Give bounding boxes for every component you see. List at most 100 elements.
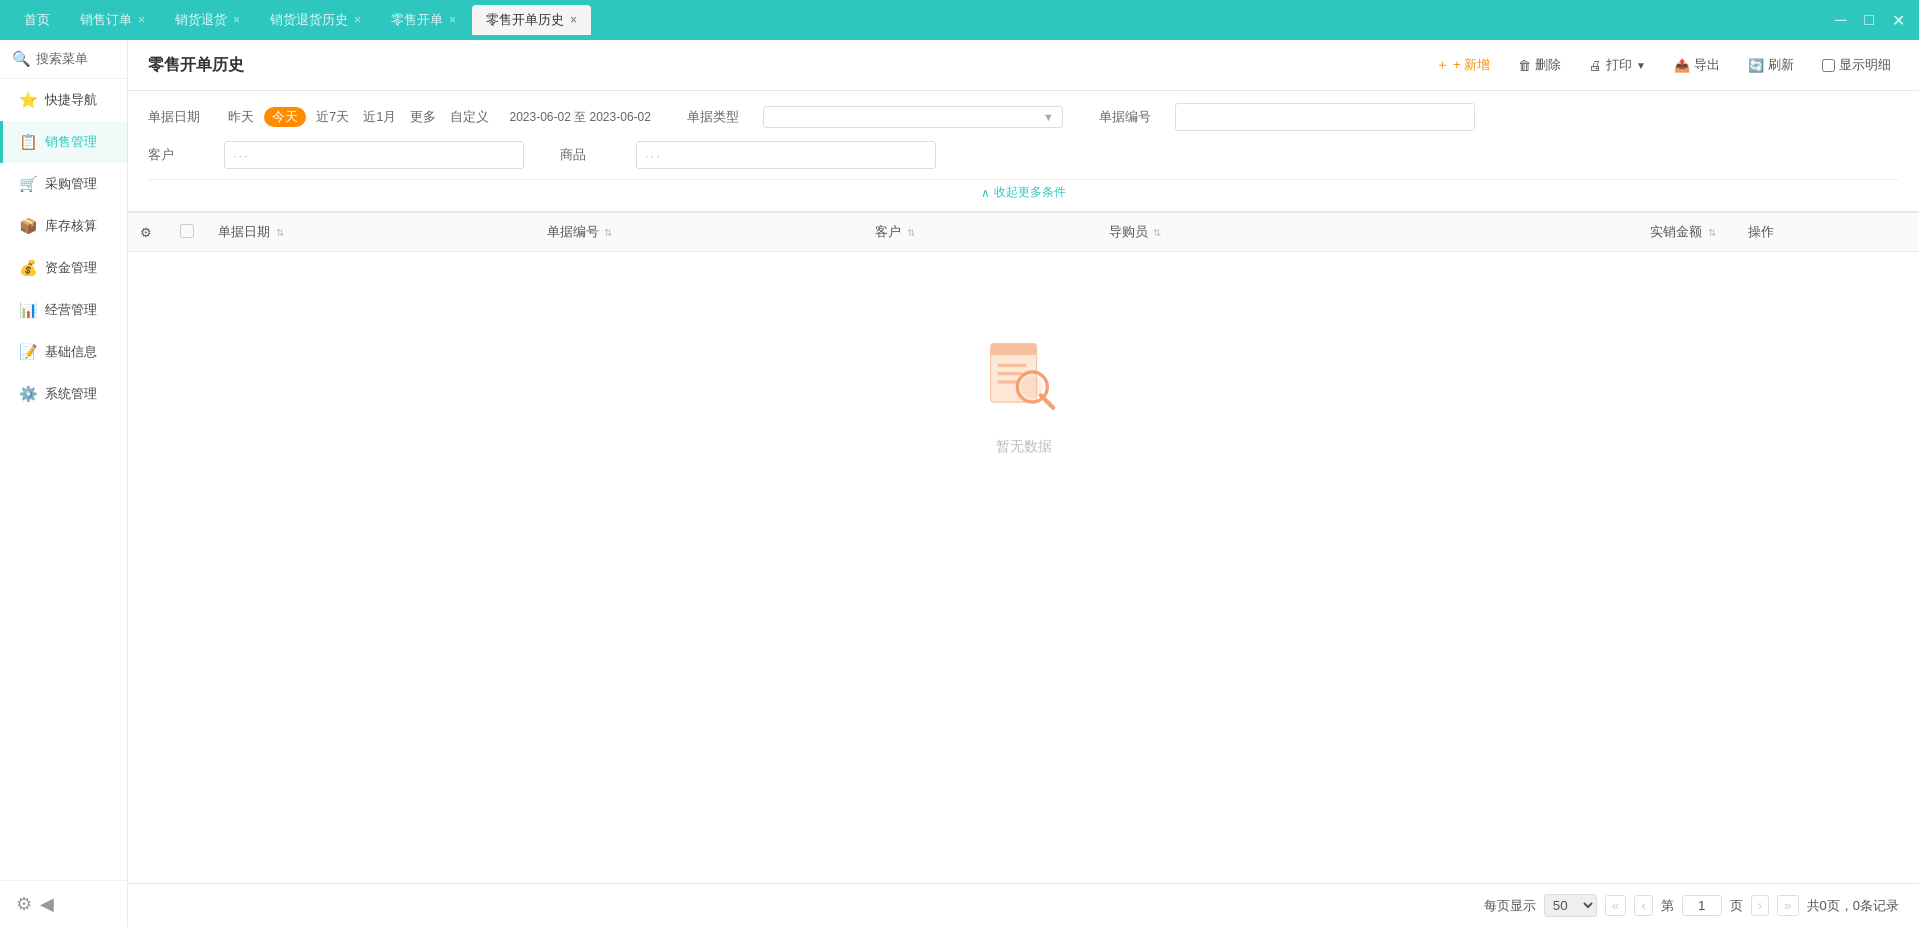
display-detail-checkbox[interactable] xyxy=(1822,59,1835,72)
th-customer-label: 客户 xyxy=(875,224,901,239)
sidebar-search[interactable]: 🔍 搜索菜单 xyxy=(0,40,127,79)
sidebar-item-sys-mgmt-label: 系统管理 xyxy=(45,385,97,403)
th-actions: 操作 xyxy=(1736,213,1919,252)
collapse-label: 收起更多条件 xyxy=(994,184,1066,201)
collapse-filter-button[interactable]: ∧ 收起更多条件 xyxy=(148,179,1899,205)
print-icon: 🖨 xyxy=(1589,58,1602,73)
tab-retail-history-label: 零售开单历史 xyxy=(486,11,564,29)
th-settings[interactable]: ⚙ xyxy=(128,213,168,252)
page-size-select[interactable]: 20 50 100 xyxy=(1544,894,1597,917)
th-amount[interactable]: 实销金额 ⇅ xyxy=(1378,213,1736,252)
page-number-input[interactable] xyxy=(1682,895,1722,916)
sidebar-item-inventory[interactable]: 📦 库存核算 xyxy=(0,205,127,247)
page-label: 第 xyxy=(1661,897,1674,915)
main-layout: 🔍 搜索菜单 ⭐ 快捷导航 📋 销售管理 🛒 采购管理 📦 库存核算 💰 资金管… xyxy=(0,40,1919,927)
display-detail-checkbox-label[interactable]: 显示明细 xyxy=(1814,52,1899,78)
date-btn-yesterday[interactable]: 昨天 xyxy=(224,107,258,127)
delete-icon: 🗑 xyxy=(1518,58,1531,73)
tab-sales-return[interactable]: 销货退货 × xyxy=(161,5,254,35)
sidebar-bottom: ⚙ ◀ xyxy=(0,880,127,927)
th-amount-label: 实销金额 xyxy=(1650,224,1702,239)
date-btn-today[interactable]: 今天 xyxy=(264,107,306,127)
next-page-button[interactable]: › xyxy=(1751,895,1769,916)
sidebar-item-operations[interactable]: 📊 经营管理 xyxy=(0,289,127,331)
sidebar-item-purchase-mgmt-label: 采购管理 xyxy=(45,175,97,193)
sidebar-item-finance[interactable]: 💰 资金管理 xyxy=(0,247,127,289)
refresh-icon: 🔄 xyxy=(1748,58,1764,73)
delete-button[interactable]: 🗑 删除 xyxy=(1510,52,1569,78)
export-label: 导出 xyxy=(1694,56,1720,74)
tab-sales-return-history-close[interactable]: × xyxy=(354,13,361,27)
doc-number-input[interactable] xyxy=(1175,103,1475,131)
svg-rect-1 xyxy=(990,344,1036,356)
sidebar-search-label: 搜索菜单 xyxy=(36,50,88,68)
svg-point-7 xyxy=(1021,376,1043,398)
tab-sales-order[interactable]: 销售订单 × xyxy=(66,5,159,35)
last-page-button[interactable]: » xyxy=(1777,895,1798,916)
th-number[interactable]: 单据编号 ⇅ xyxy=(535,213,864,252)
tab-sales-return-close[interactable]: × xyxy=(233,13,240,27)
operations-icon: 📊 xyxy=(19,301,37,319)
export-icon: 📤 xyxy=(1674,58,1690,73)
table-area: ⚙ 单据日期 ⇅ 单据编号 ⇅ 客户 xyxy=(128,212,1919,883)
sys-mgmt-icon: ⚙️ xyxy=(19,385,37,403)
tab-sales-return-history[interactable]: 销货退货历史 × xyxy=(256,5,375,35)
svg-rect-2 xyxy=(997,364,1026,367)
filter-area: 单据日期 昨天 今天 近7天 近1月 更多 自定义 2023-06-02 至 2… xyxy=(128,91,1919,212)
tab-retail-history-close[interactable]: × xyxy=(570,13,577,27)
sidebar-item-sales-mgmt[interactable]: 📋 销售管理 xyxy=(0,121,127,163)
doc-type-label: 单据类型 xyxy=(687,108,747,126)
doc-type-dropdown-icon: ▼ xyxy=(1043,111,1054,123)
tab-sales-order-close[interactable]: × xyxy=(138,13,145,27)
refresh-button[interactable]: 🔄 刷新 xyxy=(1740,52,1802,78)
sidebar-item-sys-mgmt[interactable]: ⚙️ 系统管理 xyxy=(0,373,127,415)
sidebar-item-sales-mgmt-label: 销售管理 xyxy=(45,133,97,151)
filter-row-2: 客户 ··· 商品 ··· xyxy=(148,141,1899,169)
first-page-button[interactable]: « xyxy=(1605,895,1626,916)
sidebar-item-base-info[interactable]: 📝 基础信息 xyxy=(0,331,127,373)
th-guide[interactable]: 导购员 ⇅ xyxy=(1097,213,1378,252)
tab-sales-order-label: 销售订单 xyxy=(80,11,132,29)
tab-retail-open[interactable]: 零售开单 × xyxy=(377,5,470,35)
tab-sales-return-label: 销货退货 xyxy=(175,11,227,29)
svg-rect-3 xyxy=(997,372,1022,375)
customer-input[interactable]: ··· xyxy=(224,141,524,169)
top-bar: 首页 销售订单 × 销货退货 × 销货退货历史 × 零售开单 × 零售开单历史 … xyxy=(0,0,1919,40)
add-icon: ＋ xyxy=(1436,56,1449,74)
export-button[interactable]: 📤 导出 xyxy=(1666,52,1728,78)
add-button[interactable]: ＋ + 新增 xyxy=(1428,52,1498,78)
product-input[interactable]: ··· xyxy=(636,141,936,169)
th-date[interactable]: 单据日期 ⇅ xyxy=(206,213,535,252)
tab-retail-open-label: 零售开单 xyxy=(391,11,443,29)
close-button[interactable]: ✕ xyxy=(1888,9,1909,32)
minimize-button[interactable]: ─ xyxy=(1831,9,1850,31)
settings-button[interactable]: ⚙ xyxy=(16,893,32,915)
tab-home[interactable]: 首页 xyxy=(10,5,64,35)
sidebar-item-purchase-mgmt[interactable]: 🛒 采购管理 xyxy=(0,163,127,205)
tab-retail-history[interactable]: 零售开单历史 × xyxy=(472,5,591,35)
tab-retail-open-close[interactable]: × xyxy=(449,13,456,27)
select-all-checkbox[interactable] xyxy=(180,224,194,238)
date-btn-last-month[interactable]: 近1月 xyxy=(359,107,400,127)
filter-row-1: 单据日期 昨天 今天 近7天 近1月 更多 自定义 2023-06-02 至 2… xyxy=(148,103,1899,131)
empty-state-illustration xyxy=(974,332,1074,422)
th-actions-label: 操作 xyxy=(1748,224,1774,239)
th-checkbox[interactable] xyxy=(168,213,206,252)
date-btn-more[interactable]: 更多 xyxy=(406,107,440,127)
date-filter-buttons: 昨天 今天 近7天 近1月 更多 自定义 xyxy=(224,107,493,127)
page-suffix: 页 xyxy=(1730,897,1743,915)
purchase-mgmt-icon: 🛒 xyxy=(19,175,37,193)
date-btn-custom[interactable]: 自定义 xyxy=(446,107,493,127)
prev-page-button[interactable]: ‹ xyxy=(1634,895,1652,916)
print-button[interactable]: 🖨 打印 ▼ xyxy=(1581,52,1654,78)
refresh-label: 刷新 xyxy=(1768,56,1794,74)
sidebar-item-quick-nav[interactable]: ⭐ 快捷导航 xyxy=(0,79,127,121)
doc-type-select[interactable]: ▼ xyxy=(763,106,1063,128)
customer-placeholder: ··· xyxy=(233,148,250,163)
collapse-sidebar-button[interactable]: ◀ xyxy=(40,893,54,915)
product-placeholder: ··· xyxy=(645,148,662,163)
date-btn-last7[interactable]: 近7天 xyxy=(312,107,353,127)
maximize-button[interactable]: □ xyxy=(1860,9,1878,31)
th-customer[interactable]: 客户 ⇅ xyxy=(863,213,1096,252)
sidebar-item-finance-label: 资金管理 xyxy=(45,259,97,277)
